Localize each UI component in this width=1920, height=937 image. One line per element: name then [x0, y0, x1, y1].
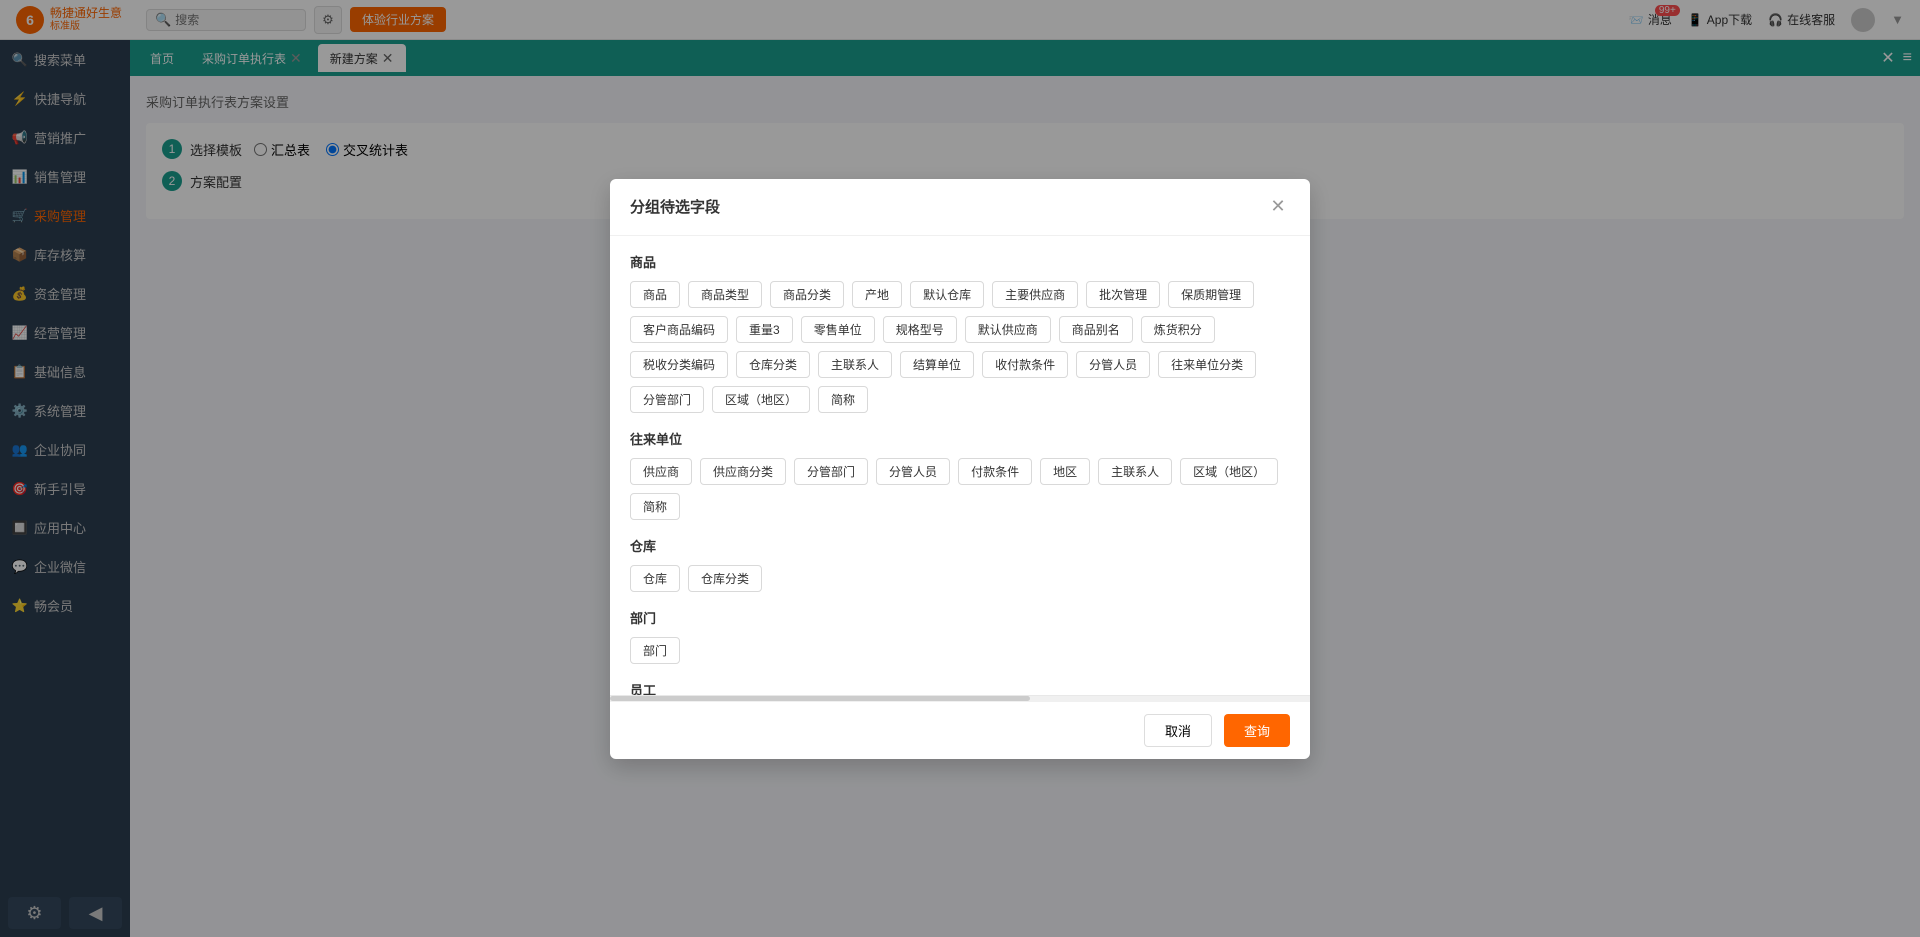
section-goods: 商品 商品 商品类型 商品分类 产地 默认仓库 主要供应商 批次管理 保质期管理…: [630, 252, 1290, 413]
field-tag[interactable]: 商品别名: [1059, 316, 1133, 343]
field-tag[interactable]: 地区: [1040, 458, 1090, 485]
field-tag[interactable]: 客户商品编码: [630, 316, 728, 343]
modal-dialog: 分组待选字段 ✕ 商品 商品 商品类型 商品分类 产地 默认仓库 主要供应商 批…: [610, 179, 1310, 759]
section-goods-title: 商品: [630, 252, 1290, 271]
field-tag[interactable]: 默认供应商: [965, 316, 1051, 343]
field-tag[interactable]: 分管人员: [876, 458, 950, 485]
field-tag[interactable]: 产地: [852, 281, 902, 308]
field-tag[interactable]: 区域（地区）: [1180, 458, 1278, 485]
field-tag[interactable]: 零售单位: [801, 316, 875, 343]
field-tag[interactable]: 供应商: [630, 458, 692, 485]
field-tag[interactable]: 仓库分类: [736, 351, 810, 378]
confirm-button[interactable]: 查询: [1224, 714, 1290, 747]
modal-overlay[interactable]: 分组待选字段 ✕ 商品 商品 商品类型 商品分类 产地 默认仓库 主要供应商 批…: [0, 0, 1920, 937]
field-tag[interactable]: 供应商分类: [700, 458, 786, 485]
modal-header: 分组待选字段 ✕: [610, 179, 1310, 236]
field-grid-goods: 商品 商品类型 商品分类 产地 默认仓库 主要供应商 批次管理 保质期管理 客户…: [630, 281, 1290, 413]
field-tag[interactable]: 税收分类编码: [630, 351, 728, 378]
field-tag[interactable]: 商品分类: [770, 281, 844, 308]
field-tag[interactable]: 默认仓库: [910, 281, 984, 308]
field-tag[interactable]: 仓库: [630, 565, 680, 592]
field-tag[interactable]: 部门: [630, 637, 680, 664]
field-tag[interactable]: 商品类型: [688, 281, 762, 308]
field-tag[interactable]: 付款条件: [958, 458, 1032, 485]
modal-close-button[interactable]: ✕: [1266, 195, 1290, 219]
cancel-button[interactable]: 取消: [1144, 714, 1212, 747]
field-tag[interactable]: 保质期管理: [1168, 281, 1254, 308]
section-partner: 往来单位 供应商 供应商分类 分管部门 分管人员 付款条件 地区 主联系人 区域…: [630, 429, 1290, 520]
field-tag[interactable]: 分管人员: [1076, 351, 1150, 378]
section-dept-title: 部门: [630, 608, 1290, 627]
modal-body: 商品 商品 商品类型 商品分类 产地 默认仓库 主要供应商 批次管理 保质期管理…: [610, 236, 1310, 695]
modal-footer: 取消 查询: [610, 701, 1310, 759]
field-tag[interactable]: 区域（地区）: [712, 386, 810, 413]
field-tag[interactable]: 仓库分类: [688, 565, 762, 592]
field-tag[interactable]: 收付款条件: [982, 351, 1068, 378]
modal-title: 分组待选字段: [630, 196, 720, 217]
section-partner-title: 往来单位: [630, 429, 1290, 448]
field-grid-warehouse: 仓库 仓库分类: [630, 565, 1290, 592]
field-tag[interactable]: 主联系人: [818, 351, 892, 378]
field-tag[interactable]: 简称: [818, 386, 868, 413]
field-tag[interactable]: 分管部门: [630, 386, 704, 413]
field-tag[interactable]: 商品: [630, 281, 680, 308]
field-tag[interactable]: 规格型号: [883, 316, 957, 343]
section-staff: 员工 业务员: [630, 680, 1290, 695]
section-warehouse: 仓库 仓库 仓库分类: [630, 536, 1290, 592]
field-tag[interactable]: 结算单位: [900, 351, 974, 378]
field-tag[interactable]: 主要供应商: [992, 281, 1078, 308]
section-warehouse-title: 仓库: [630, 536, 1290, 555]
modal-horizontal-scrollbar[interactable]: [610, 695, 1310, 701]
field-tag[interactable]: 批次管理: [1086, 281, 1160, 308]
field-tag[interactable]: 往来单位分类: [1158, 351, 1256, 378]
section-dept: 部门 部门: [630, 608, 1290, 664]
field-grid-partner: 供应商 供应商分类 分管部门 分管人员 付款条件 地区 主联系人 区域（地区） …: [630, 458, 1290, 520]
field-tag[interactable]: 简称: [630, 493, 680, 520]
field-grid-dept: 部门: [630, 637, 1290, 664]
field-tag[interactable]: 炼货积分: [1141, 316, 1215, 343]
modal-hscroll-thumb: [610, 696, 1030, 701]
field-tag[interactable]: 重量3: [736, 316, 793, 343]
section-staff-title: 员工: [630, 680, 1290, 695]
field-tag[interactable]: 分管部门: [794, 458, 868, 485]
field-tag[interactable]: 主联系人: [1098, 458, 1172, 485]
